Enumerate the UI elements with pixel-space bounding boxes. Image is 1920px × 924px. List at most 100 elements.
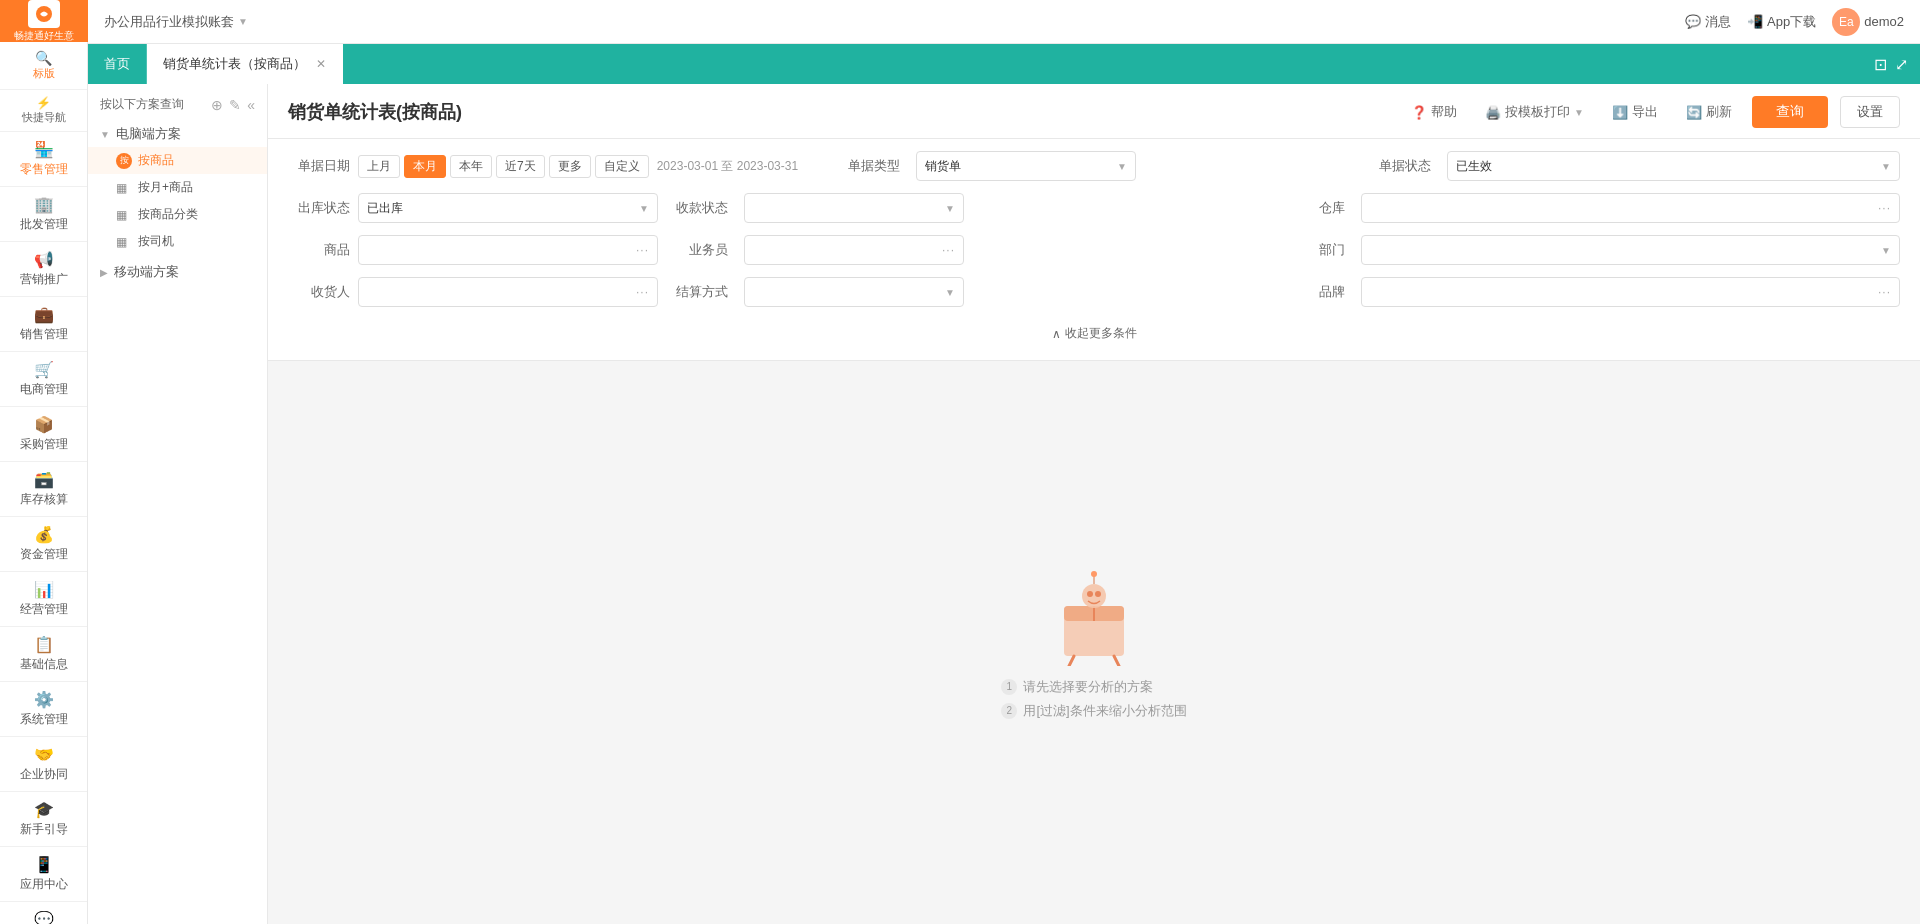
consignee-dots: ··· (636, 285, 649, 299)
refresh-label: 刷新 (1706, 103, 1732, 121)
tab-close-icon[interactable]: ✕ (316, 57, 326, 71)
settings-btn[interactable]: 设置 (1840, 96, 1900, 128)
sidebar-item-system[interactable]: ⚙️ 系统管理 (0, 682, 87, 737)
consignee-label: 收货人 (288, 283, 358, 301)
tree-parent-pc[interactable]: ▼ 电脑端方案 (88, 121, 267, 147)
help-icon: ❓ (1411, 105, 1427, 120)
date-label: 单据日期 (288, 157, 358, 175)
basic-icon: 📋 (34, 635, 54, 654)
refresh-btn[interactable]: 🔄 刷新 (1678, 99, 1740, 125)
date-btn-custom[interactable]: 自定义 (595, 155, 649, 178)
help-label: 帮助 (1431, 103, 1457, 121)
sidebar-item-enterprise-wechat[interactable]: 💬 企业微信 (0, 902, 87, 924)
app-download-icon: 📲 (1747, 14, 1763, 29)
messages-label: 消息 (1705, 13, 1731, 31)
doc-status-value: 已生效 (1456, 158, 1492, 175)
export-btn[interactable]: ⬇️ 导出 (1604, 99, 1666, 125)
sidebar-item-appcenter[interactable]: 📱 应用中心 (0, 847, 87, 902)
settle-label: 结算方式 (666, 283, 736, 301)
salesperson-dots: ··· (942, 243, 955, 257)
sidebar-item-retail[interactable]: 🏪 零售管理 (0, 132, 87, 187)
sidebar-item-cooperation[interactable]: 🤝 企业协同 (0, 737, 87, 792)
payment-status-select[interactable]: ▼ (744, 193, 964, 223)
empty-tips: 1 请先选择要分析的方案 2 用[过滤]条件来缩小分析范围 (1001, 678, 1186, 720)
collapse-btn[interactable]: ∧ 收起更多条件 (288, 319, 1900, 348)
sidebar-search[interactable]: 🔍 标版 (0, 42, 87, 90)
right-panel: 销货单统计表(按商品) ❓ 帮助 🖨️ 按模板打印 ▼ ⬇️ 导出 (268, 84, 1920, 924)
sidebar-item-wholesale[interactable]: 🏢 批发管理 (0, 187, 87, 242)
stock-status-select[interactable]: 已出库 ▼ (358, 193, 658, 223)
warehouse-label: 仓库 (1283, 199, 1353, 217)
sidebar-logo: 畅捷通好生意 (0, 0, 88, 42)
dept-select[interactable]: ▼ (1361, 235, 1900, 265)
sidebar-item-marketing[interactable]: 📢 营销推广 (0, 242, 87, 297)
doc-type-select[interactable]: 销货单 ▼ (916, 151, 1136, 181)
tab-minimize-icon[interactable]: ⊡ (1874, 55, 1887, 74)
by-product-label: 按商品 (138, 152, 174, 169)
by-product-icon: 按 (116, 153, 132, 169)
help-btn[interactable]: ❓ 帮助 (1403, 99, 1465, 125)
user-menu[interactable]: Ea demo2 (1832, 8, 1904, 36)
top-bar-right: 💬 消息 📲 App下载 Ea demo2 (1685, 8, 1904, 36)
doc-status-select[interactable]: 已生效 ▼ (1447, 151, 1900, 181)
doc-type-arrow-icon: ▼ (1117, 161, 1127, 172)
tree-child-by-cashier[interactable]: ▦ 按司机 (88, 228, 267, 255)
sidebar-item-purchase[interactable]: 📦 采购管理 (0, 407, 87, 462)
product-select[interactable]: ··· (358, 235, 658, 265)
tree-child-by-category[interactable]: ▦ 按商品分类 (88, 201, 267, 228)
sidebar-item-finance[interactable]: 💰 资金管理 (0, 517, 87, 572)
add-scheme-icon[interactable]: ⊕ (211, 97, 223, 113)
svg-point-4 (1082, 584, 1106, 608)
filter-row-2: 出库状态 已出库 ▼ 收款状态 ▼ 仓库 (288, 193, 1900, 223)
brand-select[interactable]: ··· (1361, 277, 1900, 307)
tree-child-by-product[interactable]: 按 按商品 (88, 147, 267, 174)
dept-arrow-icon: ▼ (1881, 245, 1891, 256)
sidebar-item-ecommerce[interactable]: 🛒 电商管理 (0, 352, 87, 407)
sidebar-item-sales[interactable]: 💼 销售管理 (0, 297, 87, 352)
dept-label: 部门 (1283, 241, 1353, 259)
svg-line-9 (1069, 656, 1074, 666)
sidebar-item-inventory[interactable]: 🗃️ 库存核算 (0, 462, 87, 517)
enterprise-wechat-icon: 💬 (34, 910, 54, 924)
warehouse-select[interactable]: ··· (1361, 193, 1900, 223)
message-icon: 💬 (1685, 14, 1701, 29)
tab-maximize-icon[interactable]: ⤢ (1895, 55, 1908, 74)
tree-child-by-month-product[interactable]: ▦ 按月+商品 (88, 174, 267, 201)
empty-tip-2: 2 用[过滤]条件来缩小分析范围 (1001, 702, 1186, 720)
tip-num-1: 1 (1001, 679, 1017, 695)
sidebar-item-newbie[interactable]: 🎓 新手引导 (0, 792, 87, 847)
edit-scheme-icon[interactable]: ✎ (229, 97, 241, 113)
industry-selector[interactable]: 办公用品行业模拟账套 ▼ (104, 13, 248, 31)
collapse-panel-icon[interactable]: « (247, 97, 255, 113)
filter-row-3: 商品 ··· 业务员 ··· 部门 ▼ (288, 235, 1900, 265)
date-btn-more[interactable]: 更多 (549, 155, 591, 178)
date-btn-this-month[interactable]: 本月 (404, 155, 446, 178)
quick-nav-label[interactable]: ⚡ 快捷导航 (0, 90, 87, 132)
date-btn-7days[interactable]: 近7天 (496, 155, 545, 178)
date-control: 上月 本月 本年 近7天 更多 自定义 2023-03-01 至 2023-03… (358, 155, 838, 178)
consignee-select[interactable]: ··· (358, 277, 658, 307)
date-btn-this-year[interactable]: 本年 (450, 155, 492, 178)
tree-parent-mobile[interactable]: ▶ 移动端方案 (88, 259, 267, 285)
month-product-icon: ▦ (116, 181, 132, 195)
sidebar-item-basic[interactable]: 📋 基础信息 (0, 627, 87, 682)
tab-sales-stat[interactable]: 销货单统计表（按商品） ✕ (147, 44, 343, 84)
filter-row-4: 收货人 ··· 结算方式 ▼ 品牌 ··· (288, 277, 1900, 307)
query-btn[interactable]: 查询 (1752, 96, 1828, 128)
doc-status-arrow-icon: ▼ (1881, 161, 1891, 172)
pc-expand-icon: ▼ (100, 129, 110, 140)
app-download-btn[interactable]: 📲 App下载 (1747, 13, 1816, 31)
messages-btn[interactable]: 💬 消息 (1685, 13, 1731, 31)
sales-stat-tab-label: 销货单统计表（按商品） (163, 55, 306, 73)
settle-select[interactable]: ▼ (744, 277, 964, 307)
industry-name: 办公用品行业模拟账套 (104, 13, 234, 31)
home-tab-label: 首页 (104, 55, 130, 73)
user-name: demo2 (1864, 14, 1904, 29)
tab-home[interactable]: 首页 (88, 44, 147, 84)
sidebar-item-operations[interactable]: 📊 经营管理 (0, 572, 87, 627)
stock-status-arrow-icon: ▼ (639, 203, 649, 214)
date-btn-last-month[interactable]: 上月 (358, 155, 400, 178)
svg-point-6 (1095, 591, 1101, 597)
salesperson-select[interactable]: ··· (744, 235, 964, 265)
print-btn[interactable]: 🖨️ 按模板打印 ▼ (1477, 99, 1592, 125)
